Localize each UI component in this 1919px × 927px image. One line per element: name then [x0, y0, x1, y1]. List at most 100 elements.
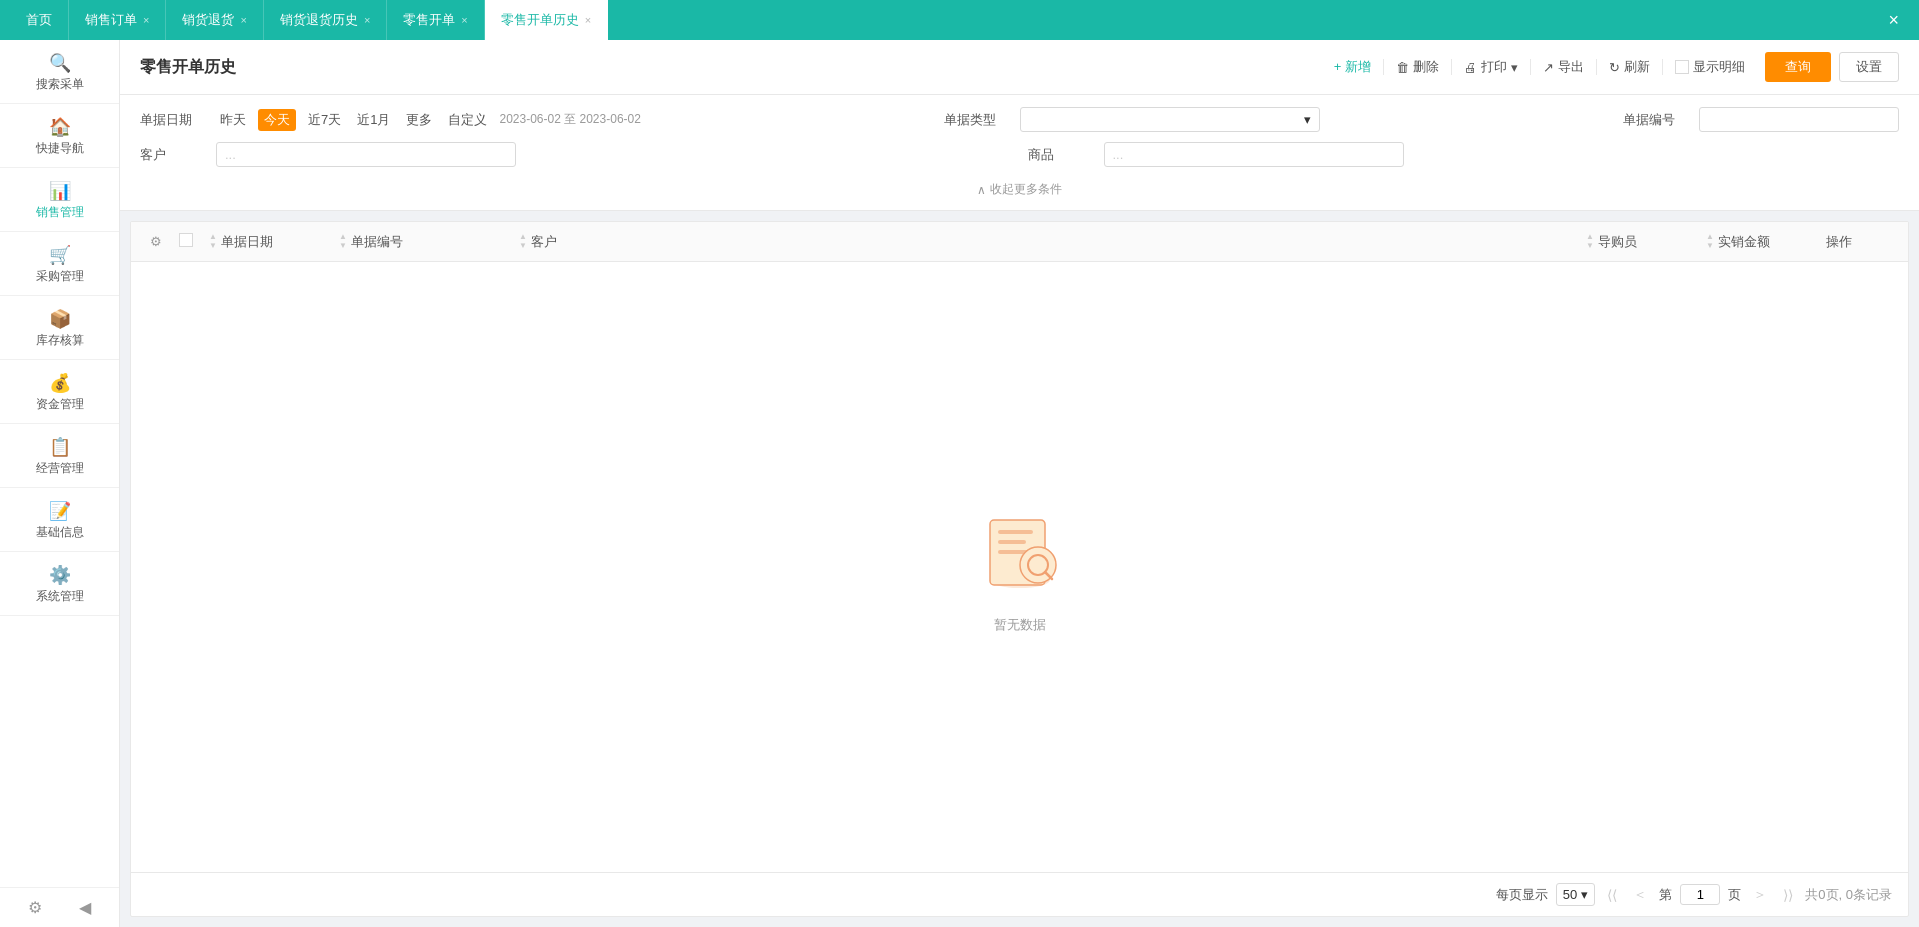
tab-sales-return-close[interactable]: × [240, 14, 246, 26]
tab-home[interactable]: 首页 [10, 0, 69, 40]
col-header-customer[interactable]: ▲ ▼ 客户 [511, 233, 1578, 251]
date-opt-last1month[interactable]: 近1月 [353, 109, 394, 131]
col-action-label: 操作 [1826, 233, 1852, 251]
sidebar-item-quick-nav[interactable]: 🏠 快捷导航 [0, 104, 119, 168]
toolbar-divider-2 [1451, 59, 1452, 75]
display-toggle[interactable]: 显示明细 [1675, 58, 1745, 76]
date-label: 单据日期 [140, 111, 200, 129]
print-dropdown-icon: ▾ [1511, 60, 1518, 75]
collapse-label: 收起更多条件 [990, 181, 1062, 198]
doc-no-input[interactable] [1699, 107, 1899, 132]
col-header-amount[interactable]: ▲ ▼ 实销金额 [1698, 233, 1818, 251]
date-opt-yesterday[interactable]: 昨天 [216, 109, 250, 131]
table-settings-icon[interactable]: ⚙ [141, 234, 171, 249]
tab-retail-open-history[interactable]: 零售开单历史 × [485, 0, 608, 40]
nav-close-all[interactable]: × [1878, 10, 1909, 31]
col-header-guide[interactable]: ▲ ▼ 导购员 [1578, 233, 1698, 251]
toolbar-divider-5 [1662, 59, 1663, 75]
sidebar-item-sales-mgmt-label: 销售管理 [36, 204, 84, 221]
tab-sales-order-label: 销售订单 [85, 11, 137, 29]
delete-button[interactable]: 🗑 删除 [1396, 58, 1439, 76]
export-label: 导出 [1558, 58, 1584, 76]
total-info: 共0页, 0条记录 [1805, 886, 1892, 904]
display-label: 显示明细 [1693, 58, 1745, 76]
select-all-checkbox[interactable] [179, 233, 193, 247]
page-input[interactable]: 1 [1680, 884, 1720, 905]
collapse-bottom-btn[interactable]: ◀ [79, 898, 91, 917]
next-page-btn[interactable]: ＞ [1749, 884, 1771, 906]
tab-sales-return[interactable]: 销货退货 × [166, 0, 263, 40]
filter-row-2: 客户 ... 商品 ... [140, 142, 1899, 167]
collapse-up-icon: ∧ [977, 183, 986, 197]
tab-home-label: 首页 [26, 11, 52, 29]
col-amount-label: 实销金额 [1718, 233, 1770, 251]
svg-rect-3 [998, 540, 1026, 544]
sidebar-item-business[interactable]: 📋 经营管理 [0, 424, 119, 488]
purchase-icon: 🛒 [49, 246, 71, 264]
sidebar-search[interactable]: 🔍 搜索采单 [0, 40, 119, 104]
prev-page-btn[interactable]: ＜ [1629, 884, 1651, 906]
sidebar-item-inventory-label: 库存核算 [36, 332, 84, 349]
add-button[interactable]: + 新增 [1334, 58, 1371, 76]
doc-no-label: 单据编号 [1623, 111, 1683, 129]
col-header-date[interactable]: ▲ ▼ 单据日期 [201, 233, 331, 251]
pagination: 每页显示 50 ▾ ⟨⟨ ＜ 第 1 页 ＞ ⟩⟩ 共0页, 0条记录 [131, 872, 1908, 916]
print-button[interactable]: 🖨 打印 ▾ [1464, 58, 1518, 76]
sidebar-item-purchase-mgmt[interactable]: 🛒 采购管理 [0, 232, 119, 296]
table-select-all[interactable] [171, 233, 201, 250]
sidebar-item-sys-mgmt-label: 系统管理 [36, 588, 84, 605]
inventory-icon: 📦 [49, 310, 71, 328]
doc-type-label: 单据类型 [944, 111, 1004, 129]
page-size-dropdown-icon: ▾ [1581, 887, 1588, 902]
tab-sales-return-history-close[interactable]: × [364, 14, 370, 26]
sidebar-item-sales-mgmt[interactable]: 📊 销售管理 [0, 168, 119, 232]
sort-guide[interactable]: ▲ ▼ [1586, 233, 1594, 250]
doc-type-select[interactable]: ▾ [1020, 107, 1320, 132]
sidebar-item-inventory[interactable]: 📦 库存核算 [0, 296, 119, 360]
page-size-select[interactable]: 50 ▾ [1556, 883, 1595, 906]
date-opt-today[interactable]: 今天 [258, 109, 296, 131]
sort-amount[interactable]: ▲ ▼ [1706, 233, 1714, 250]
print-icon: 🖨 [1464, 60, 1477, 75]
tab-retail-open-close[interactable]: × [461, 14, 467, 26]
tab-sales-return-history[interactable]: 销货退货历史 × [264, 0, 387, 40]
col-header-action: 操作 [1818, 233, 1898, 251]
first-page-btn[interactable]: ⟨⟨ [1603, 885, 1621, 905]
collapse-button[interactable]: ∧ 收起更多条件 [140, 177, 1899, 202]
export-button[interactable]: ↗ 导出 [1543, 58, 1584, 76]
toolbar: + 新增 🗑 删除 🖨 打印 ▾ ↗ 导出 [1334, 52, 1899, 82]
sort-customer[interactable]: ▲ ▼ [519, 233, 527, 250]
goods-select[interactable]: ... [1104, 142, 1404, 167]
col-order-label: 单据编号 [351, 233, 403, 251]
page-size-value: 50 [1563, 887, 1577, 902]
tab-retail-open[interactable]: 零售开单 × [387, 0, 484, 40]
settings-bottom-btn[interactable]: ⚙ [28, 898, 42, 917]
customer-placeholder: ... [225, 147, 236, 162]
sidebar-item-sys-mgmt[interactable]: ⚙️ 系统管理 [0, 552, 119, 616]
sidebar-bottom: ⚙ ◀ [0, 887, 119, 927]
export-icon: ↗ [1543, 60, 1554, 75]
sidebar-item-basic-info[interactable]: 📝 基础信息 [0, 488, 119, 552]
date-opt-last7[interactable]: 近7天 [304, 109, 345, 131]
settings-button[interactable]: 设置 [1839, 52, 1899, 82]
refresh-button[interactable]: ↻ 刷新 [1609, 58, 1650, 76]
display-checkbox[interactable] [1675, 60, 1689, 74]
tab-retail-open-history-close[interactable]: × [585, 14, 591, 26]
tab-sales-order-close[interactable]: × [143, 14, 149, 26]
sidebar-item-quick-nav-label: 快捷导航 [36, 140, 84, 157]
customer-select[interactable]: ... [216, 142, 516, 167]
sort-order[interactable]: ▲ ▼ [339, 233, 347, 250]
tab-sales-order[interactable]: 销售订单 × [69, 0, 166, 40]
query-button[interactable]: 查询 [1765, 52, 1831, 82]
sys-icon: ⚙️ [49, 566, 71, 584]
col-header-order[interactable]: ▲ ▼ 单据编号 [331, 233, 511, 251]
sales-icon: 📊 [49, 182, 71, 200]
sidebar-item-finance[interactable]: 💰 资金管理 [0, 360, 119, 424]
last-page-btn[interactable]: ⟩⟩ [1779, 885, 1797, 905]
refresh-icon: ↻ [1609, 60, 1620, 75]
date-opt-more[interactable]: 更多 [402, 109, 436, 131]
sort-date[interactable]: ▲ ▼ [209, 233, 217, 250]
sidebar: 🔍 搜索采单 🏠 快捷导航 📊 销售管理 🛒 采购管理 📦 库存核算 💰 资金管… [0, 40, 120, 927]
date-opt-custom[interactable]: 自定义 [444, 109, 491, 131]
doc-no-field[interactable] [1708, 112, 1890, 127]
